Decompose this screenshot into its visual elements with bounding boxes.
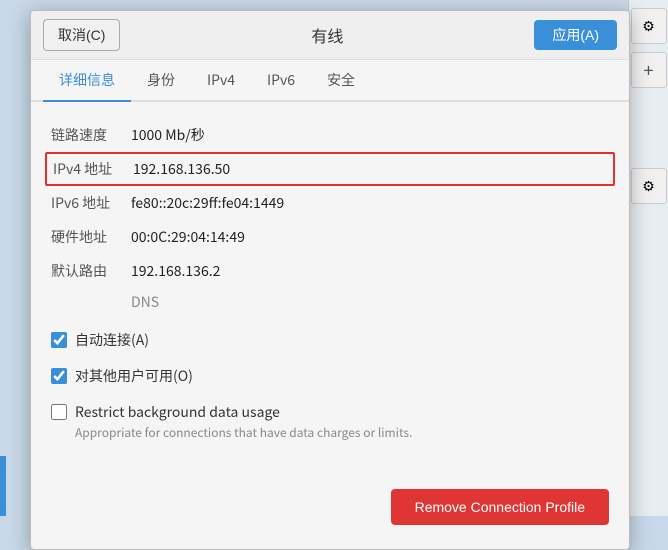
wired-connection-dialog: 取消(C) 有线 应用(A) 详细信息 身份 IPv4 IPv6 安全 链路速度… (30, 10, 630, 550)
default-route-label: 默认路由 (51, 261, 131, 281)
left-accent-strip (0, 456, 6, 516)
link-speed-value: 1000 Mb/秒 (131, 125, 205, 145)
dialog-title: 有线 (311, 23, 343, 47)
tab-security[interactable]: 安全 (311, 60, 371, 102)
gear-icon-2: ⚙ (642, 176, 655, 196)
hardware-address-value: 00:0C:29:04:14:49 (131, 227, 245, 247)
all-users-label[interactable]: 对其他用户可用(O) (75, 366, 193, 386)
default-route-value: 192.168.136.2 (131, 261, 220, 281)
ipv6-address-label: IPv6 地址 (51, 193, 131, 213)
gear-icon: ⚙ (642, 16, 655, 36)
all-users-checkbox[interactable] (51, 368, 67, 384)
apply-button[interactable]: 应用(A) (534, 20, 617, 50)
dialog-footer: Remove Connection Profile (31, 465, 629, 549)
gear-button-top[interactable]: ⚙ (631, 8, 667, 44)
hardware-address-label: 硬件地址 (51, 227, 131, 247)
cancel-button[interactable]: 取消(C) (43, 19, 120, 51)
tab-details[interactable]: 详细信息 (43, 60, 131, 102)
ipv4-address-row: IPv4 地址 192.168.136.50 (45, 152, 615, 186)
right-sidebar: ⚙ + ⚙ (628, 0, 668, 516)
all-users-row: 对其他用户可用(O) (51, 358, 609, 394)
dialog-content: 链路速度 1000 Mb/秒 IPv4 地址 192.168.136.50 IP… (31, 102, 629, 465)
restrict-text-block: Restrict background data usage Appropria… (75, 402, 412, 441)
tab-ipv6[interactable]: IPv6 (251, 60, 311, 102)
ipv6-address-row: IPv6 地址 fe80::20c:29ff:fe04:1449 (51, 186, 609, 220)
plus-icon: + (644, 57, 654, 83)
auto-connect-row: 自动连接(A) (51, 322, 609, 358)
link-speed-row: 链路速度 1000 Mb/秒 (51, 118, 609, 152)
restrict-checkbox[interactable] (51, 404, 67, 420)
ipv6-address-value: fe80::20c:29ff:fe04:1449 (131, 193, 284, 213)
hardware-address-row: 硬件地址 00:0C:29:04:14:49 (51, 220, 609, 254)
auto-connect-label[interactable]: 自动连接(A) (75, 330, 149, 350)
auto-connect-checkbox[interactable] (51, 332, 67, 348)
ipv4-address-value: 192.168.136.50 (133, 159, 230, 179)
gear-button-bottom[interactable]: ⚙ (631, 168, 667, 204)
restrict-description: Appropriate for connections that have da… (75, 424, 412, 441)
dialog-header: 取消(C) 有线 应用(A) (31, 11, 629, 60)
tab-ipv4[interactable]: IPv4 (191, 60, 251, 102)
tab-bar: 详细信息 身份 IPv4 IPv6 安全 (31, 60, 629, 102)
default-route-row: 默认路由 192.168.136.2 (51, 254, 609, 288)
ipv4-address-label: IPv4 地址 (53, 159, 133, 179)
dns-label: DNS (131, 292, 159, 312)
tab-identity[interactable]: 身份 (131, 60, 191, 102)
restrict-title: Restrict background data usage (75, 402, 412, 422)
dns-row: DNS (51, 288, 609, 322)
remove-connection-button[interactable]: Remove Connection Profile (391, 489, 609, 525)
plus-button[interactable]: + (631, 52, 667, 88)
restrict-row: Restrict background data usage Appropria… (51, 394, 609, 449)
link-speed-label: 链路速度 (51, 125, 131, 145)
